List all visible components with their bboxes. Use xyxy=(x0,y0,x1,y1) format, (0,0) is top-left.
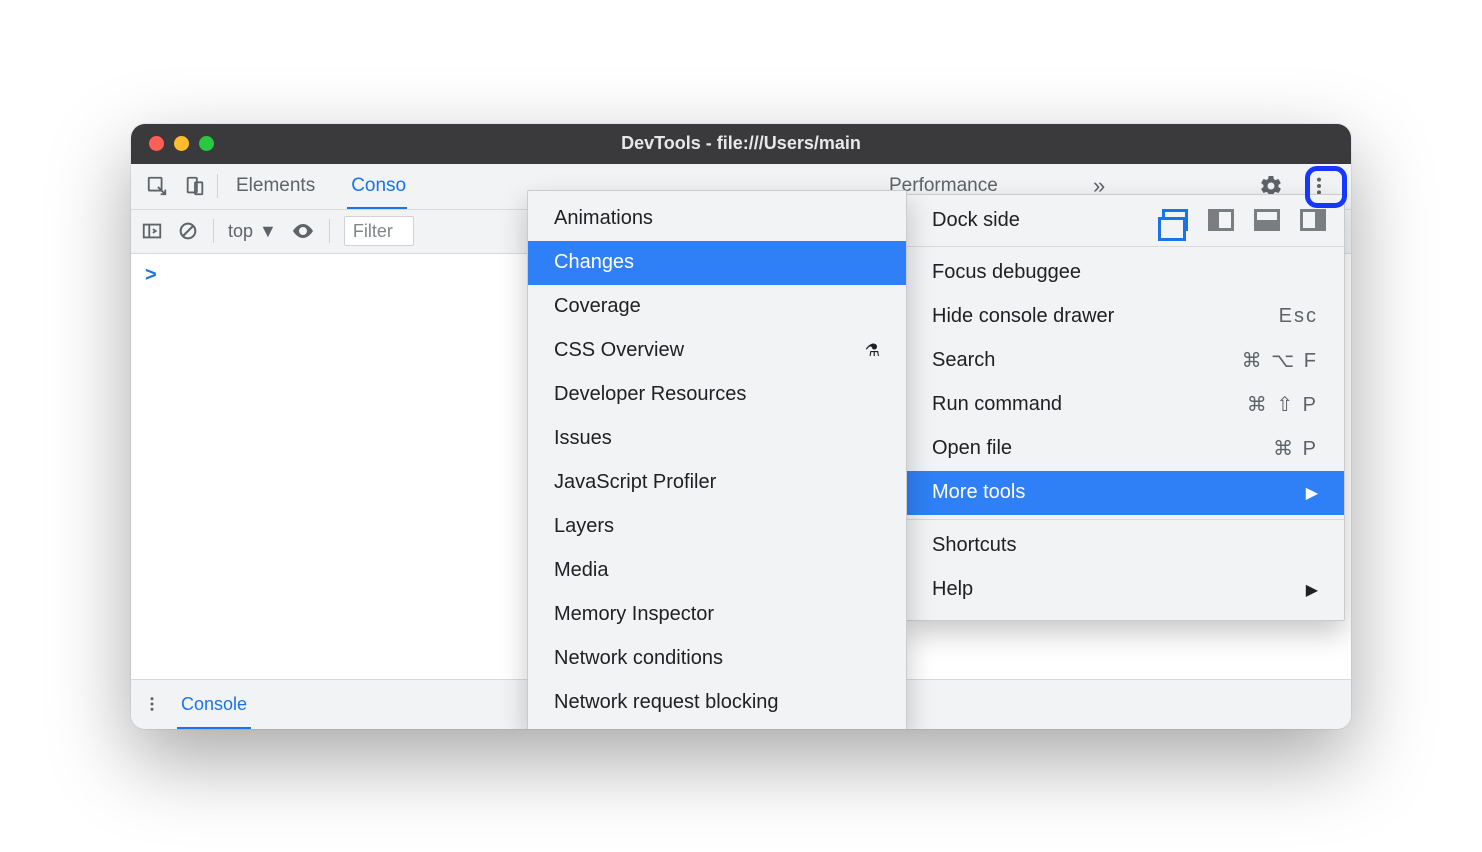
submenu-animations[interactable]: Animations xyxy=(528,197,906,241)
submenu-network-conditions[interactable]: Network conditions xyxy=(528,637,906,681)
toggle-sidebar-icon[interactable] xyxy=(141,220,163,242)
clear-console-icon[interactable] xyxy=(177,220,199,242)
dock-right-icon[interactable] xyxy=(1300,209,1326,231)
console-prompt-icon: > xyxy=(145,264,157,286)
submenu-arrow-icon: ▶ xyxy=(1306,580,1318,600)
more-tools-submenu: Animations Changes Coverage CSS Overview… xyxy=(527,190,907,729)
menu-open-file[interactable]: Open file ⌘ P xyxy=(906,427,1344,471)
tab-console[interactable]: Console xyxy=(347,164,407,209)
shortcut: ⌘ P xyxy=(1273,436,1318,461)
submenu-changes[interactable]: Changes xyxy=(528,241,906,285)
device-toolbar-icon[interactable] xyxy=(179,170,211,202)
titlebar: DevTools - file:///Users/main xyxy=(131,124,1351,164)
context-label: top xyxy=(228,221,253,242)
menu-help[interactable]: Help ▶ xyxy=(906,568,1344,612)
dock-side-label: Dock side xyxy=(932,209,1020,232)
window-title: DevTools - file:///Users/main xyxy=(131,133,1351,154)
submenu-network-request-blocking[interactable]: Network request blocking xyxy=(528,681,906,725)
menu-run-command[interactable]: Run command ⌘ ⇧ P xyxy=(906,383,1344,427)
tab-elements[interactable]: Elements xyxy=(232,164,319,209)
devtools-window: DevTools - file:///Users/main Elements C… xyxy=(131,124,1351,729)
shortcut: Esc xyxy=(1279,305,1318,328)
console-filter-input[interactable]: Filter xyxy=(344,216,414,246)
filter-placeholder: Filter xyxy=(353,221,393,242)
shortcut: ⌘ ⇧ P xyxy=(1247,392,1318,417)
drawer-kebab-icon[interactable] xyxy=(143,695,161,713)
execution-context-selector[interactable]: top ▼ xyxy=(228,221,277,242)
submenu-memory-inspector[interactable]: Memory Inspector xyxy=(528,593,906,637)
menu-more-tools[interactable]: More tools ▶ xyxy=(906,471,1344,515)
submenu-media[interactable]: Media xyxy=(528,549,906,593)
panel-tabs: Elements Console xyxy=(232,164,407,209)
menu-separator xyxy=(906,519,1344,520)
menu-separator xyxy=(906,246,1344,247)
dropdown-triangle-icon: ▼ xyxy=(259,221,277,242)
menu-focus-debuggee[interactable]: Focus debuggee xyxy=(906,251,1344,295)
main-menu: Dock side Focus debuggee Hide console dr… xyxy=(905,194,1345,621)
menu-hide-console-drawer[interactable]: Hide console drawer Esc xyxy=(906,295,1344,339)
experiment-flask-icon: ⚗ xyxy=(865,341,880,361)
dock-side-row: Dock side xyxy=(906,199,1344,242)
submenu-css-overview[interactable]: CSS Overview⚗ xyxy=(528,329,906,373)
submenu-coverage[interactable]: Coverage xyxy=(528,285,906,329)
shortcut: ⌘ ⌥ F xyxy=(1242,348,1318,373)
divider xyxy=(217,174,218,198)
submenu-layers[interactable]: Layers xyxy=(528,505,906,549)
submenu-arrow-icon: ▶ xyxy=(1306,483,1318,503)
dock-bottom-icon[interactable] xyxy=(1254,209,1280,231)
dock-undock-icon[interactable] xyxy=(1162,209,1188,231)
menu-search[interactable]: Search ⌘ ⌥ F xyxy=(906,339,1344,383)
submenu-javascript-profiler[interactable]: JavaScript Profiler xyxy=(528,461,906,505)
submenu-developer-resources[interactable]: Developer Resources xyxy=(528,373,906,417)
drawer-tab-console[interactable]: Console xyxy=(177,680,251,729)
live-expression-eye-icon[interactable] xyxy=(291,219,315,243)
dock-left-icon[interactable] xyxy=(1208,209,1234,231)
divider xyxy=(213,219,214,243)
submenu-issues[interactable]: Issues xyxy=(528,417,906,461)
divider xyxy=(329,219,330,243)
inspect-element-icon[interactable] xyxy=(141,170,173,202)
dock-side-options xyxy=(1162,209,1326,231)
menu-shortcuts[interactable]: Shortcuts xyxy=(906,524,1344,568)
